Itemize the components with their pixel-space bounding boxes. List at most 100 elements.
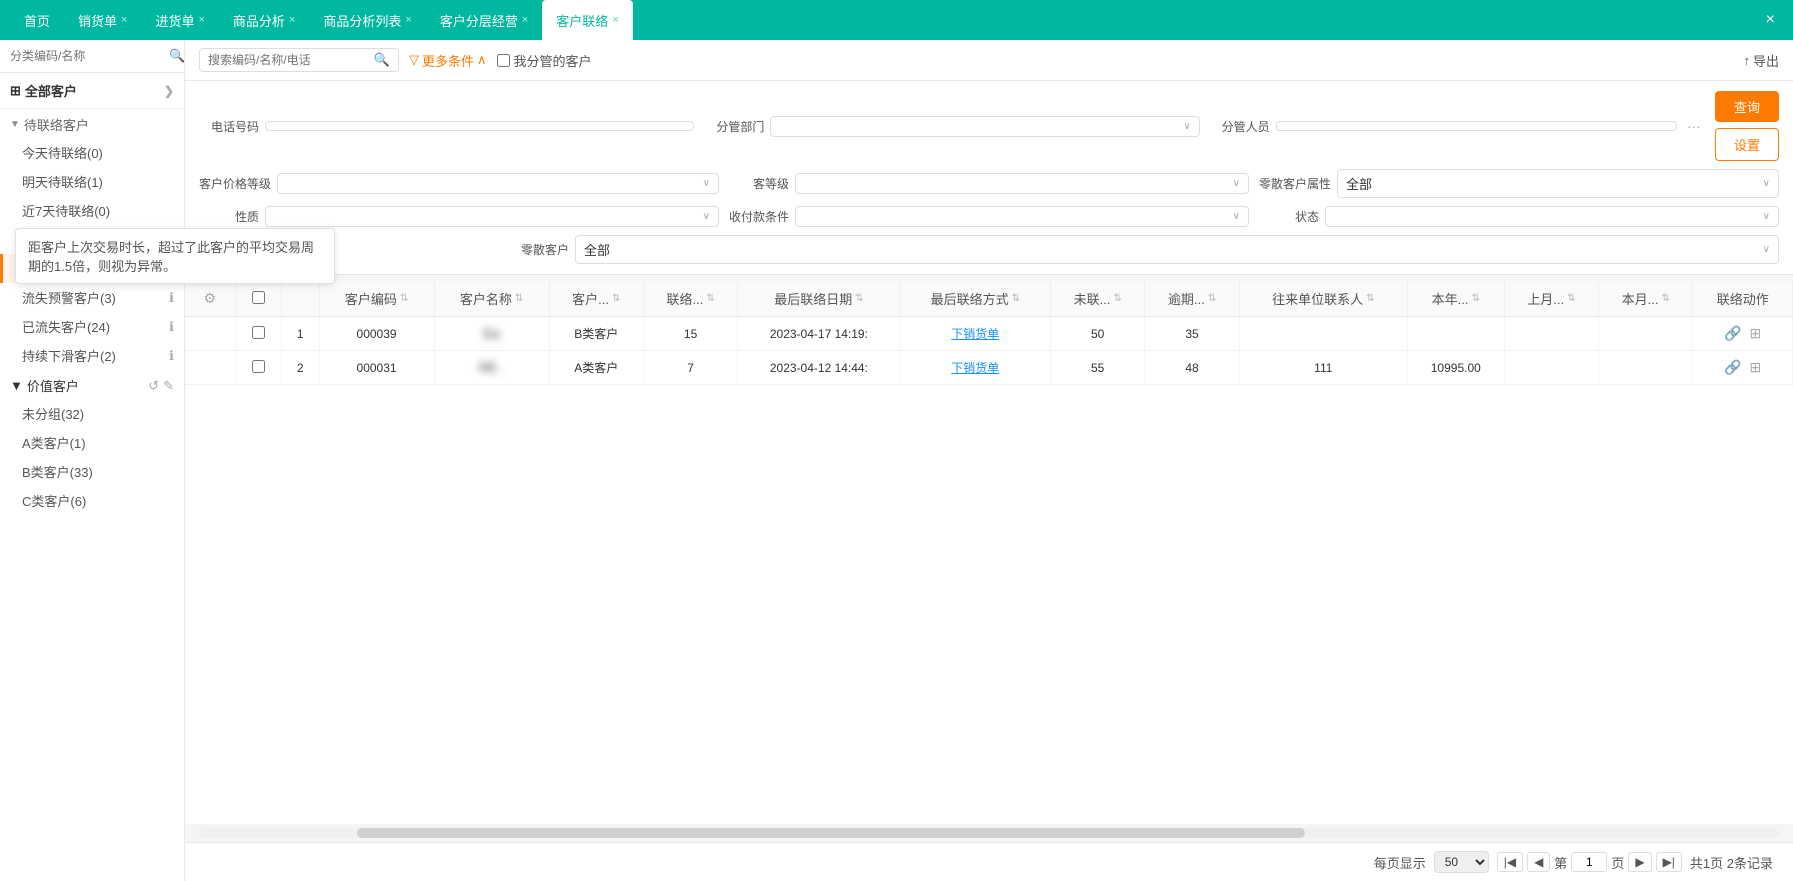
filter-field-customer-level: 客等级 ∨ [729, 173, 1249, 194]
row-last-date: 2023-04-17 14:19: [738, 317, 900, 351]
manager-input[interactable] [1276, 121, 1677, 131]
tab-home[interactable]: 首页 [10, 0, 64, 40]
row-overdue: 48 [1145, 351, 1239, 385]
export-button[interactable]: ↑ 导出 [1743, 51, 1779, 70]
sort-icon-overdue: ⇅ [1208, 293, 1216, 304]
sort-icon-name: ⇅ [515, 293, 523, 304]
prev-page-btn[interactable]: ◀ [1527, 852, 1550, 872]
col-contact[interactable]: 联络...⇅ [643, 281, 737, 317]
pagination-bar: 每页显示 50 100 200 |◀ ◀ 第 页 ▶ ▶| 共1页 2条记录 [185, 842, 1793, 881]
more-conditions-btn[interactable]: ▽ 更多条件 ∧ [409, 51, 487, 70]
sidebar-item-declining[interactable]: 持续下滑客户(2) ℹ [0, 341, 184, 370]
price-level-select[interactable]: ∨ [277, 173, 719, 194]
close-sales-order[interactable]: × [121, 14, 127, 26]
row-last-method[interactable]: 下销货单 [900, 351, 1050, 385]
row-action-grid-icon[interactable]: ⊞ [1750, 359, 1762, 376]
close-customer-contact[interactable]: × [612, 14, 618, 26]
col-overdue[interactable]: 逾期...⇅ [1145, 281, 1239, 317]
col-last-month[interactable]: 上月...⇅ [1504, 281, 1598, 317]
col-this-year[interactable]: 本年...⇅ [1407, 281, 1504, 317]
tab-customer-segment[interactable]: 客户分层经营 × [426, 0, 542, 40]
retail-customer-select[interactable]: 全部 ∨ [575, 235, 1779, 264]
department-chevron: ∨ [1183, 121, 1190, 132]
col-customer-name[interactable]: 客户名称⇅ [434, 281, 549, 317]
horizontal-scrollbar[interactable] [199, 828, 1779, 838]
close-customer-segment[interactable]: × [522, 14, 528, 26]
col-last-contact-date[interactable]: 最后联络日期⇅ [738, 281, 900, 317]
row-action-link-icon[interactable]: 🔗 [1724, 325, 1741, 342]
sidebar-item-lost-pre[interactable]: 流失预警客户(3) ℹ [0, 283, 184, 312]
per-page-select[interactable]: 50 100 200 [1434, 851, 1489, 873]
col-contact-person[interactable]: 往来单位联系人⇅ [1239, 281, 1407, 317]
row-checkbox-1[interactable] [252, 360, 265, 373]
tab-purchase-order[interactable]: 进货单 × [141, 0, 218, 40]
row-this-year [1407, 317, 1504, 351]
tab-product-analysis[interactable]: 商品分析 × [219, 0, 309, 40]
close-purchase-order[interactable]: × [198, 14, 204, 26]
manager-dots-btn[interactable]: ··· [1683, 118, 1705, 134]
refresh-icon[interactable]: ↺ [148, 378, 159, 394]
arrow-down-icon2: ▼ [10, 378, 23, 393]
select-all-checkbox[interactable] [252, 291, 265, 304]
filter-field-retail-customer: 零散客户 全部 ∨ [509, 235, 1779, 264]
next-page-btn[interactable]: ▶ [1628, 852, 1651, 872]
col-index [281, 281, 319, 317]
col-last-contact-method[interactable]: 最后联络方式⇅ [900, 281, 1050, 317]
sidebar-item-7days-contact[interactable]: 近7天待联络(0) [0, 196, 184, 225]
row-action-grid-icon[interactable]: ⊞ [1750, 325, 1762, 342]
settings-button[interactable]: 设置 [1715, 128, 1779, 161]
first-page-btn[interactable]: |◀ [1497, 852, 1523, 872]
customer-level-chevron: ∨ [1233, 178, 1240, 189]
row-contact-person [1239, 317, 1407, 351]
row-action-link-icon[interactable]: 🔗 [1724, 359, 1741, 376]
table-settings-icon[interactable]: ⚙ [203, 290, 216, 306]
sidebar-search-input[interactable] [10, 49, 165, 63]
sort-icon-not: ⇅ [1113, 293, 1121, 304]
sidebar-item-a-class[interactable]: A类客户(1) [0, 428, 184, 457]
sidebar-item-today-contact[interactable]: 今天待联络(0) [0, 138, 184, 167]
close-product-analysis[interactable]: × [289, 14, 295, 26]
row-checkbox-0[interactable] [252, 326, 265, 339]
sidebar-item-tomorrow-contact[interactable]: 明天待联络(1) [0, 167, 184, 196]
col-this-month[interactable]: 本月...⇅ [1599, 281, 1693, 317]
my-customers-checkbox[interactable] [497, 54, 510, 67]
tab-sales-order[interactable]: 销货单 × [64, 0, 141, 40]
query-button[interactable]: 查询 [1715, 91, 1779, 122]
filter-field-department: 分管部门 ∨ [704, 116, 1199, 137]
row-contact-count: 7 [643, 351, 737, 385]
sidebar-item-c-class[interactable]: C类客户(6) [0, 486, 184, 515]
search-input[interactable] [208, 53, 370, 67]
col-settings[interactable]: ⚙ [185, 281, 235, 317]
col-customer-code[interactable]: 客户编码⇅ [319, 281, 434, 317]
sidebar-item-ungrouped[interactable]: 未分组(32) [0, 399, 184, 428]
scroll-thumb[interactable] [357, 828, 1305, 838]
department-select[interactable]: ∨ [770, 116, 1199, 137]
sidebar-item-lost[interactable]: 已流失客户(24) ℹ [0, 312, 184, 341]
tab-customer-contact[interactable]: 客户联络 × [542, 0, 632, 40]
table-row: 1 000039 Ea B类客户 15 2023-04-17 14:19: 下销… [185, 317, 1793, 351]
status-select[interactable]: ∨ [1325, 206, 1779, 227]
edit-icon[interactable]: ✎ [163, 378, 174, 394]
filter-field-phone: 电话号码 [199, 118, 694, 135]
window-close-button[interactable]: × [1758, 11, 1783, 29]
retail-attr-select[interactable]: 全部 ∨ [1337, 169, 1779, 198]
payment-select[interactable]: ∨ [795, 206, 1249, 227]
row-expand [185, 351, 235, 385]
col-not-contact[interactable]: 未联...⇅ [1051, 281, 1145, 317]
last-page-btn[interactable]: ▶| [1656, 852, 1682, 872]
row-name: RE . [434, 351, 549, 385]
tab-product-analysis-list[interactable]: 商品分析列表 × [309, 0, 425, 40]
row-last-method[interactable]: 下销货单 [900, 317, 1050, 351]
row-code: 000031 [319, 351, 434, 385]
data-table: ⚙ 客户编码⇅ 客户名称⇅ 客户...⇅ [185, 281, 1793, 385]
row-overdue: 35 [1145, 317, 1239, 351]
main-layout: 🔍 ⊞ 全部客户 ❯ ▼ 待联络客户 今天待联络(0) 明天待联络(1) 近7天… [0, 40, 1793, 881]
customer-level-select[interactable]: ∨ [795, 173, 1249, 194]
close-product-analysis-list[interactable]: × [405, 14, 411, 26]
all-customers-header[interactable]: ⊞ 全部客户 ❯ [0, 73, 184, 109]
phone-input[interactable] [265, 121, 694, 131]
page-number-input[interactable] [1571, 852, 1607, 872]
sidebar-item-b-class[interactable]: B类客户(33) [0, 457, 184, 486]
gender-select[interactable]: ∨ [265, 206, 719, 227]
col-customer-type[interactable]: 客户...⇅ [549, 281, 643, 317]
